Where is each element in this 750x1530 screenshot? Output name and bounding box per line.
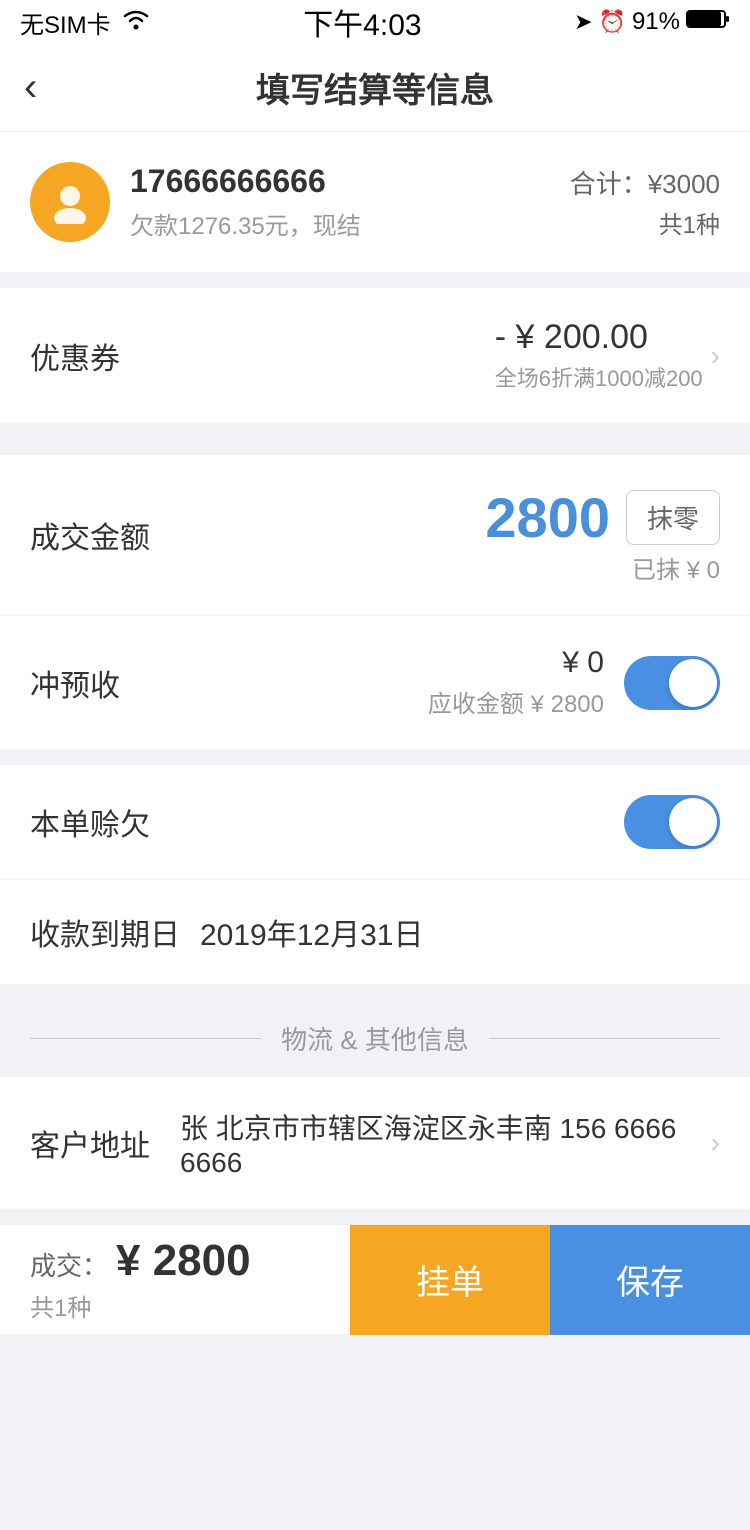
due-date-row: 收款到期日 2019年12月31日: [0, 880, 750, 984]
due-date-value: 2019年12月31日: [200, 910, 423, 954]
prepayment-row: 冲预收 ¥ 0 应收金额 ¥ 2800: [0, 616, 750, 749]
prepayment-amount: ¥ 0: [428, 646, 604, 680]
section-divider-2: [0, 749, 750, 765]
round-button[interactable]: 抹零: [626, 490, 720, 545]
coupon-arrow-icon: ›: [711, 340, 720, 372]
logistics-line-left: [30, 1038, 261, 1039]
prepayment-sub: 应收金额 ¥ 2800: [428, 684, 604, 719]
customer-debt: 欠款1276.35元，现结: [130, 206, 361, 241]
deal-amount-section: 成交金额 2800 抹零 已抹 ¥ 0 冲预收 ¥ 0 应收金额 ¥ 2800: [0, 455, 750, 749]
section-divider-3: [0, 984, 750, 1000]
section-divider-1: [0, 439, 750, 455]
back-button[interactable]: ‹: [24, 65, 37, 110]
address-label: 客户地址: [30, 1121, 150, 1165]
total-label: 合计：¥3000: [570, 164, 720, 201]
status-left: 无SIM卡: [20, 5, 151, 40]
carrier-text: 无SIM卡: [20, 5, 111, 40]
customer-section: 17666666666 欠款1276.35元，现结 合计：¥3000 共1种: [0, 132, 750, 272]
deal-amount-label: 成交金额: [30, 513, 150, 557]
customer-right: 合计：¥3000 共1种: [570, 164, 720, 240]
address-value: 张 北京市市辖区海淀区永丰南 156 6666 6666: [180, 1107, 701, 1179]
customer-info: 17666666666 欠款1276.35元，现结: [130, 163, 361, 241]
arrears-toggle[interactable]: [624, 795, 720, 849]
battery-text: 91%: [632, 8, 680, 36]
coupon-discount: - ¥ 200.00: [495, 318, 703, 357]
deal-amount-sub: 已抹 ¥ 0: [632, 550, 720, 585]
arrears-row: 本单赊欠: [0, 765, 750, 880]
logistics-text: 物流 & 其他信息: [281, 1020, 469, 1057]
total-count: 共1种: [570, 205, 720, 240]
arrears-toggle-knob: [669, 798, 717, 846]
battery-icon: [686, 8, 730, 37]
prepayment-label: 冲预收: [30, 661, 120, 705]
toggle-knob: [669, 659, 717, 707]
location-icon: ➤: [574, 9, 592, 35]
footer: 成交： ¥ 2800 共1种 挂单 保存: [0, 1224, 750, 1334]
hang-button[interactable]: 挂单: [350, 1225, 550, 1335]
address-row[interactable]: 客户地址 张 北京市市辖区海淀区永丰南 156 6666 6666 ›: [0, 1077, 750, 1210]
footer-info: 成交： ¥ 2800 共1种: [0, 1236, 350, 1323]
customer-left: 17666666666 欠款1276.35元，现结: [30, 162, 361, 242]
wifi-icon: [121, 8, 151, 37]
customer-phone: 17666666666: [130, 163, 361, 200]
arrears-label: 本单赊欠: [30, 800, 150, 844]
prepayment-amount-col: ¥ 0 应收金额 ¥ 2800: [428, 646, 604, 719]
address-arrow-icon: ›: [711, 1127, 720, 1159]
coupon-info: - ¥ 200.00 全场6折满1000减200: [495, 318, 703, 393]
time-display: 下午4:03: [303, 0, 421, 44]
alarm-icon: ⏰: [599, 9, 626, 35]
prepayment-toggle[interactable]: [624, 656, 720, 710]
deal-amount-row: 成交金额 2800 抹零 已抹 ¥ 0: [0, 455, 750, 616]
coupon-desc: 全场6折满1000减200: [495, 361, 703, 393]
save-button[interactable]: 保存: [550, 1225, 750, 1335]
avatar: [30, 162, 110, 242]
coupon-label: 优惠券: [30, 334, 120, 378]
logistics-line-right: [489, 1038, 720, 1039]
status-bar: 无SIM卡 下午4:03 ➤ ⏰ 91%: [0, 0, 750, 44]
coupon-section[interactable]: 优惠券 - ¥ 200.00 全场6折满1000减200 ›: [0, 288, 750, 423]
footer-count: 共1种: [30, 1288, 320, 1323]
footer-deal-label: 成交：: [30, 1246, 108, 1283]
deal-amount-value: 2800: [485, 485, 610, 550]
logistics-divider: 物流 & 其他信息: [0, 1000, 750, 1077]
page-title: 填写结算等信息: [256, 63, 494, 112]
footer-amount: ¥ 2800: [116, 1236, 251, 1286]
due-date-label: 收款到期日: [30, 910, 180, 954]
status-right: ➤ ⏰ 91%: [574, 8, 730, 37]
nav-bar: ‹ 填写结算等信息: [0, 44, 750, 132]
